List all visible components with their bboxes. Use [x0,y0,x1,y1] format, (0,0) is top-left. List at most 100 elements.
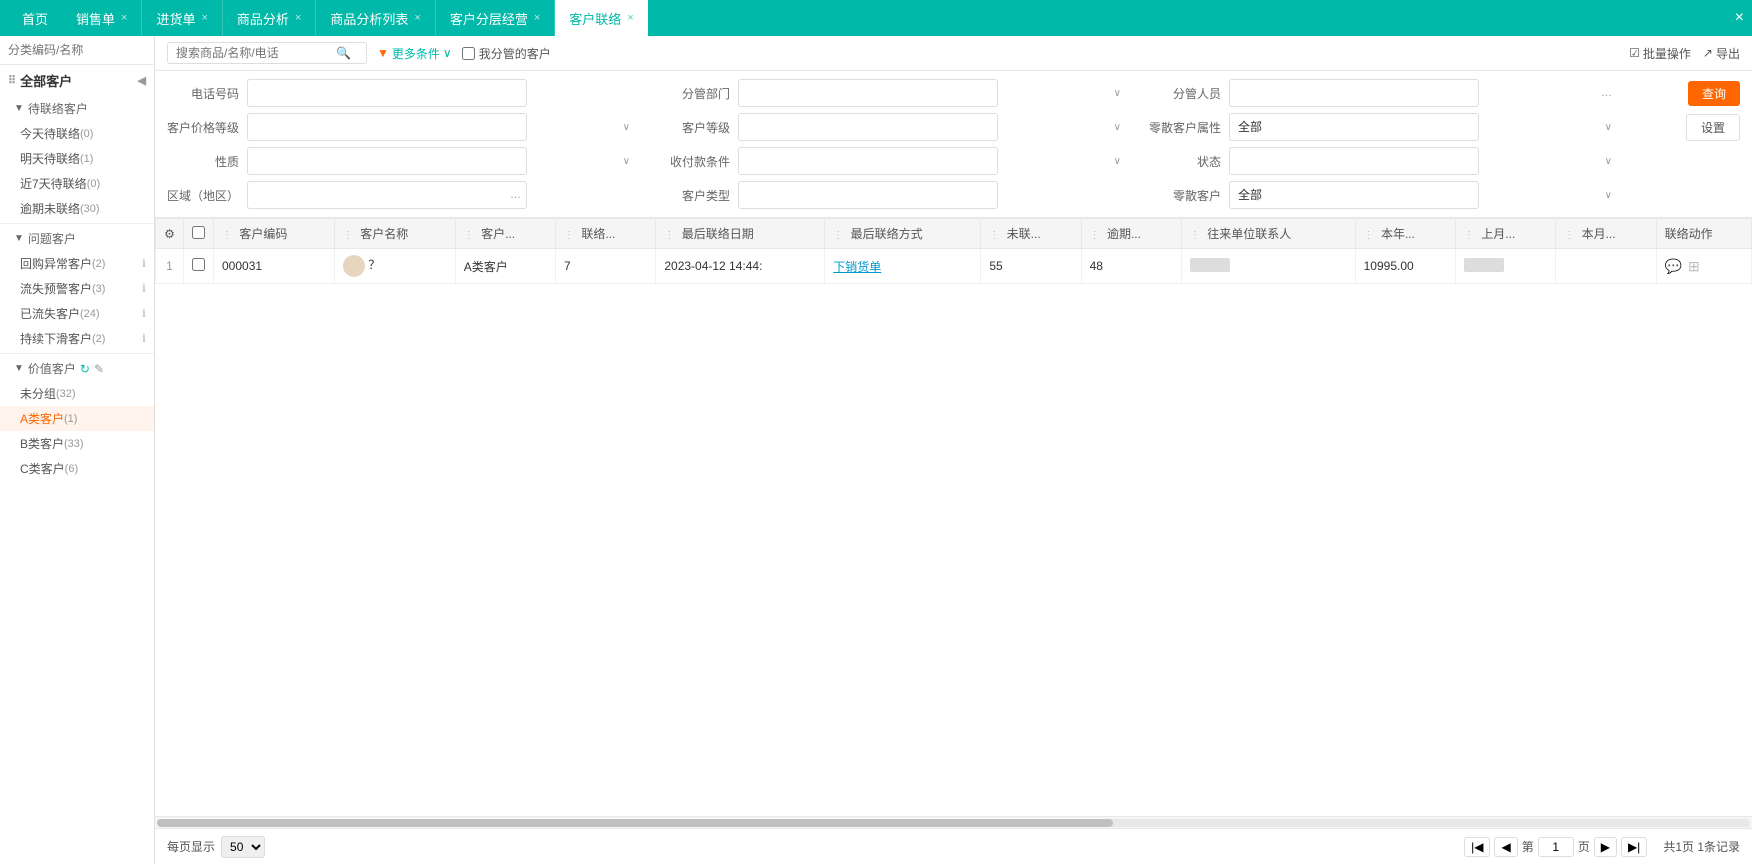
refresh-icon[interactable]: ↻ [80,362,90,376]
value-group-label[interactable]: ▼ 价值客户 ↻ ✎ [0,356,154,381]
close-tab-icon[interactable]: × [295,12,301,24]
sidebar-item-churned[interactable]: 已流失客户 (24) ℹ [0,301,154,326]
row-checkbox[interactable] [192,258,205,271]
region-input[interactable] [247,181,527,209]
home-tab[interactable]: 首页 [8,9,62,28]
sidebar: 🔍 ⠿ 全部客户 ◀ ▼ 待联络客户 今天待联络 (0) 明天待联络 (1) 近… [0,36,155,864]
chevron-down-icon: ∨ [623,156,630,167]
my-customers-checkbox[interactable] [462,47,475,60]
nature-select[interactable] [247,147,527,175]
close-tab-icon[interactable]: × [414,12,420,24]
filter-payment: 收付款条件 ∨ [658,147,1129,175]
settings-button[interactable]: 设置 [1686,114,1740,141]
sidebar-item-class-a[interactable]: A类客户 (1) [0,406,154,431]
scrollbar-thumb[interactable] [157,819,1113,827]
tab-purchase-order[interactable]: 进货单 × [142,0,222,36]
col-last-month[interactable]: ⋮ 上月... [1455,219,1555,249]
scrollbar-track[interactable] [157,819,1750,827]
sidebar-item-repeat-abnormal[interactable]: 回购异常客户 (2) ℹ [0,251,154,276]
cell-overdue: 48 [1081,249,1181,284]
payment-wrapper: ∨ [738,147,1129,175]
tab-customer-contact[interactable]: 客户联络 × [555,0,647,36]
table-checkbox-header[interactable] [184,219,214,249]
col-contact-count[interactable]: ⋮ 联络... [556,219,656,249]
last-page-button[interactable]: ▶| [1621,837,1647,857]
sidebar-item-churn-warning[interactable]: 流失预警客户 (3) ℹ [0,276,154,301]
export-link[interactable]: ↗ 导出 [1703,45,1740,62]
close-all-icon[interactable]: × [1735,9,1744,27]
col-customer-type[interactable]: ⋮ 客户... [455,219,555,249]
price-level-select[interactable] [247,113,527,141]
sidebar-search-input[interactable] [8,43,155,57]
close-tab-icon[interactable]: × [534,12,540,24]
problem-group-label[interactable]: ▼ 问题客户 [0,226,154,251]
col-customer-name[interactable]: ⋮ 客户名称 [334,219,455,249]
search-icon[interactable]: 🔍 [336,46,351,60]
col-no-contact[interactable]: ⋮ 未联... [981,219,1081,249]
tab-customer-tier[interactable]: 客户分层经营 × [436,0,555,36]
cell-no-contact: 55 [981,249,1081,284]
col-contact-person[interactable]: ⋮ 往来单位联系人 [1181,219,1355,249]
row-checkbox-cell[interactable] [184,249,214,284]
tab-product-analysis-list[interactable]: 商品分析列表 × [316,0,435,36]
chevron-down-icon: ∨ [1114,156,1121,167]
comment-icon[interactable]: 💬 [1665,258,1682,275]
search-input[interactable] [176,46,336,60]
edit-icon[interactable]: ✎ [94,362,104,376]
close-tab-icon[interactable]: × [121,12,127,24]
first-page-button[interactable]: |◀ [1464,837,1490,857]
table-gear-header[interactable]: ⚙ [156,219,184,249]
col-this-year[interactable]: ⋮ 本年... [1355,219,1455,249]
avatar [343,255,365,277]
cell-last-contact-method[interactable]: 下销货单 [825,249,981,284]
close-tab-icon[interactable]: × [201,12,207,24]
page-number-input[interactable] [1538,837,1574,857]
prev-page-button[interactable]: ◀ [1494,837,1517,857]
sidebar-item-unclassified[interactable]: 未分组 (32) [0,381,154,406]
contact-method-link[interactable]: 下销货单 [833,260,881,274]
customer-level-select[interactable] [738,113,998,141]
close-tab-icon[interactable]: × [627,12,633,24]
cell-last-month [1455,249,1555,284]
filter-customer-level: 客户等级 ∨ [658,113,1129,141]
sidebar-item-7days-pending[interactable]: 近7天待联络 (0) [0,171,154,196]
per-page-select[interactable]: 50 [221,836,265,858]
arrow-down-icon: ▼ [14,363,24,374]
chevron-down-icon: ∨ [1114,122,1121,133]
dept-select[interactable] [738,79,998,107]
sidebar-item-class-c[interactable]: C类客户 (6) [0,456,154,481]
sidebar-item-declining[interactable]: 持续下滑客户 (2) ℹ [0,326,154,351]
select-all-checkbox[interactable] [192,226,205,239]
col-this-month[interactable]: ⋮ 本月... [1556,219,1656,249]
phone-input[interactable] [247,79,527,107]
horizontal-scrollbar[interactable] [155,816,1752,828]
sidebar-item-class-b[interactable]: B类客户 (33) [0,431,154,456]
sidebar-item-tomorrow-pending[interactable]: 明天待联络 (1) [0,146,154,171]
pending-group-label[interactable]: ▼ 待联络客户 [0,96,154,121]
retail-customer-select[interactable]: 全部 [1229,181,1479,209]
tab-sales-order[interactable]: 销售单 × [62,0,142,36]
filter-row-2: 客户价格等级 ∨ 客户等级 ∨ [167,113,1740,141]
next-page-button[interactable]: ▶ [1594,837,1617,857]
tab-product-analysis[interactable]: 商品分析 × [223,0,316,36]
col-overdue[interactable]: ⋮ 逾期... [1081,219,1181,249]
col-last-contact-method[interactable]: ⋮ 最后联络方式 [825,219,981,249]
pagination: |◀ ◀ 第 页 ▶ ▶| 共1页 1条记录 [1464,837,1740,857]
payment-select[interactable] [738,147,998,175]
manager-input[interactable] [1229,79,1479,107]
retail-attr-select[interactable]: 全部 [1229,113,1479,141]
col-last-contact-date[interactable]: ⋮ 最后联络日期 [656,219,825,249]
info-icon: ℹ [142,257,146,270]
sidebar-item-overdue[interactable]: 逾期未联络 (30) [0,196,154,221]
customer-type-input[interactable] [738,181,998,209]
more-filters-button[interactable]: ▼ 更多条件 ∨ [377,45,452,62]
status-select[interactable] [1229,147,1479,175]
col-customer-code[interactable]: ⋮ 客户编码 [214,219,335,249]
all-customers-header[interactable]: ⠿ 全部客户 ◀ [0,65,154,96]
filter-price-level: 客户价格等级 ∨ [167,113,638,141]
bulk-ops-link[interactable]: ☑ 批量操作 [1629,45,1691,62]
sort-icon: ⋮ [564,230,574,241]
sidebar-item-today-pending[interactable]: 今天待联络 (0) [0,121,154,146]
qr-icon[interactable]: ⊞ [1688,258,1700,275]
query-button[interactable]: 查询 [1688,81,1740,106]
